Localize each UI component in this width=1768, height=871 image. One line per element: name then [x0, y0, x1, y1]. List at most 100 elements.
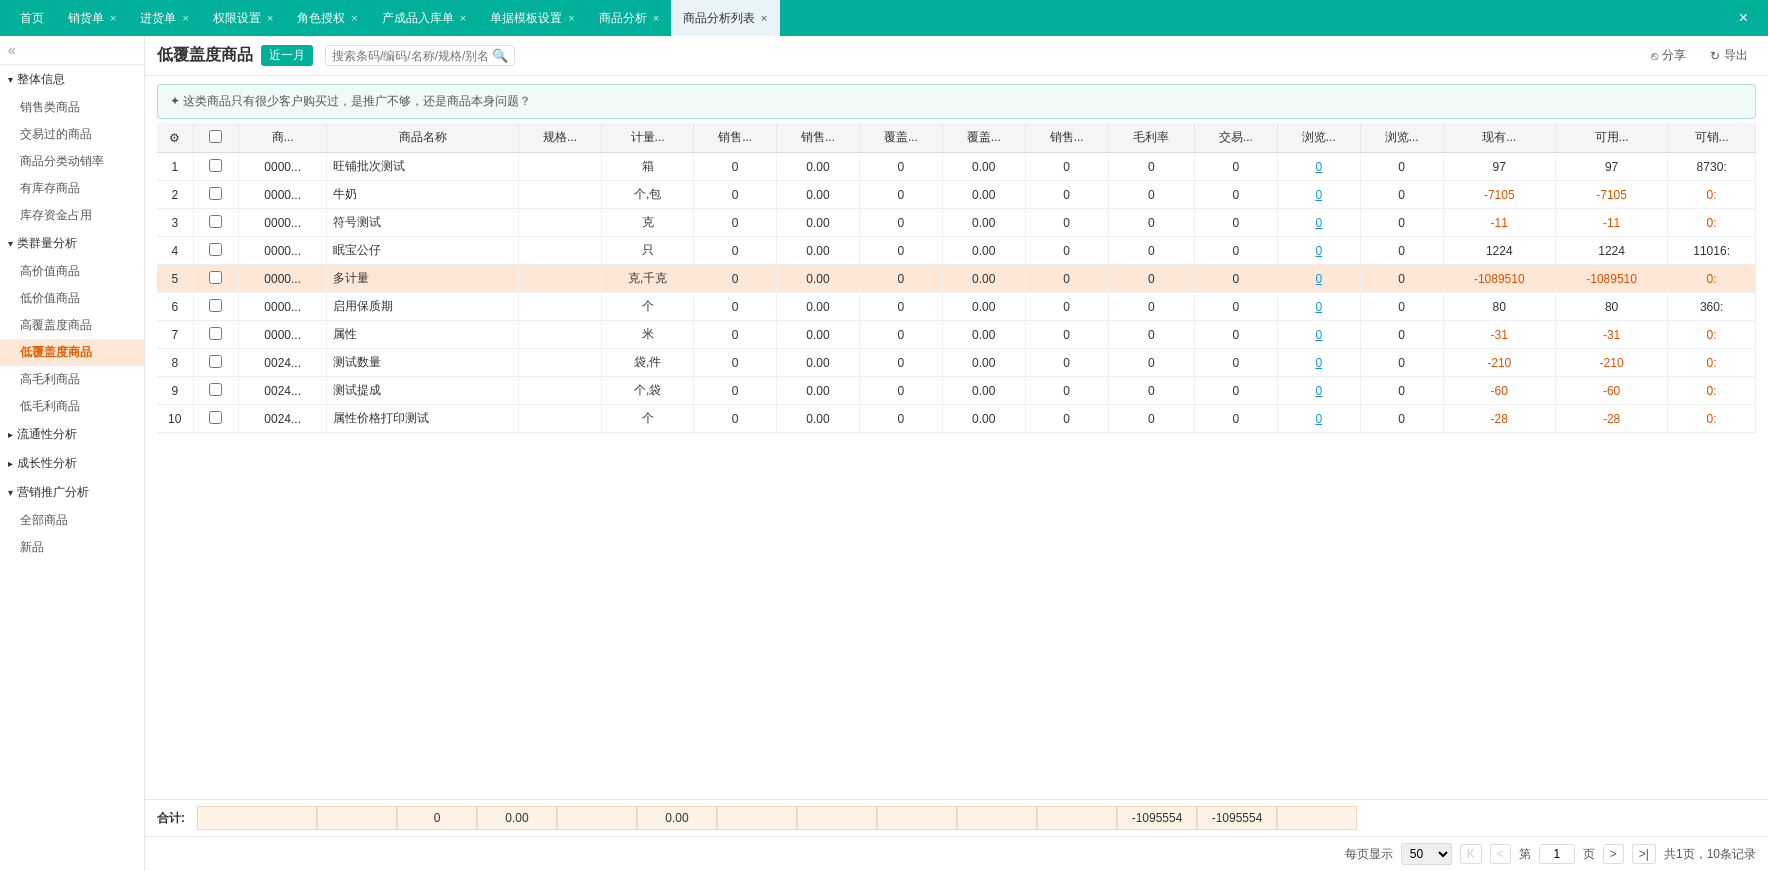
nav-template-close[interactable]: ×	[568, 12, 574, 24]
cell-checkbox[interactable]	[193, 265, 239, 293]
cell-checkbox[interactable]	[193, 349, 239, 377]
per-page-select[interactable]: 50 100 200	[1401, 843, 1452, 865]
col-views2[interactable]: 浏览...	[1360, 123, 1443, 153]
settings-icon[interactable]: ⚙	[169, 131, 180, 145]
prev-page-button[interactable]: <	[1490, 844, 1511, 864]
date-filter-button[interactable]: 近一月	[261, 45, 313, 66]
col-unit[interactable]: 计量...	[601, 123, 693, 153]
select-all-checkbox[interactable]	[209, 130, 222, 143]
nav-home[interactable]: 首页	[8, 0, 56, 36]
nav-product-analysis-close[interactable]: ×	[653, 12, 659, 24]
nav-product-analysis-list[interactable]: 商品分析列表 ×	[671, 0, 779, 36]
sidebar-section-group-analysis[interactable]: ▾ 类群量分析	[0, 229, 144, 258]
row-checkbox[interactable]	[209, 243, 222, 256]
nav-permission[interactable]: 权限设置 ×	[201, 0, 285, 36]
sidebar-item-high-coverage[interactable]: 高覆盖度商品	[0, 312, 144, 339]
col-current-stock[interactable]: 现有...	[1443, 123, 1555, 153]
table-row: 9 0024... 测试提成 个,袋 0 0.00 0 0.00 0 0 0 0…	[157, 377, 1756, 405]
sidebar-section-circulation[interactable]: ▸ 流通性分析	[0, 420, 144, 449]
nav-purchase-order-close[interactable]: ×	[182, 12, 188, 24]
row-checkbox[interactable]	[209, 383, 222, 396]
col-name[interactable]: 商品名称	[326, 123, 518, 153]
last-page-button[interactable]: >|	[1632, 844, 1656, 864]
cell-views1[interactable]: 0	[1277, 265, 1360, 293]
row-checkbox[interactable]	[209, 271, 222, 284]
cell-views1[interactable]: 0	[1277, 405, 1360, 433]
cell-checkbox[interactable]	[193, 405, 239, 433]
col-margin[interactable]: 毛利率	[1108, 123, 1194, 153]
cell-checkbox[interactable]	[193, 153, 239, 181]
cell-checkbox[interactable]	[193, 321, 239, 349]
sidebar-item-low-coverage[interactable]: 低覆盖度商品	[0, 339, 144, 366]
col-sellable[interactable]: 可销...	[1668, 123, 1756, 153]
row-checkbox[interactable]	[209, 299, 222, 312]
col-trade[interactable]: 交易...	[1194, 123, 1277, 153]
next-page-button[interactable]: >	[1603, 844, 1624, 864]
sidebar-collapse-button[interactable]: «	[8, 42, 16, 58]
nav-product-analysis[interactable]: 商品分析 ×	[587, 0, 671, 36]
col-code[interactable]: 商...	[239, 123, 327, 153]
sidebar-item-sales-goods[interactable]: 销售类商品	[0, 94, 144, 121]
col-sales-qty[interactable]: 销售...	[694, 123, 777, 153]
col-settings[interactable]: ⚙	[157, 123, 193, 153]
nav-product-inbound-close[interactable]: ×	[460, 12, 466, 24]
col-available[interactable]: 可用...	[1555, 123, 1667, 153]
sidebar-item-low-value[interactable]: 低价值商品	[0, 285, 144, 312]
nav-sales-order[interactable]: 销货单 ×	[56, 0, 128, 36]
nav-purchase-order[interactable]: 进货单 ×	[128, 0, 200, 36]
cell-checkbox[interactable]	[193, 209, 239, 237]
nav-permission-close[interactable]: ×	[267, 12, 273, 24]
cell-checkbox[interactable]	[193, 181, 239, 209]
export-button[interactable]: ↻ 导出	[1702, 44, 1756, 67]
row-checkbox[interactable]	[209, 159, 222, 172]
nav-role-auth[interactable]: 角色授权 ×	[285, 0, 369, 36]
cell-views1[interactable]: 0	[1277, 153, 1360, 181]
sidebar-item-high-margin[interactable]: 高毛利商品	[0, 366, 144, 393]
cell-views1[interactable]: 0	[1277, 237, 1360, 265]
col-spec[interactable]: 规格...	[519, 123, 602, 153]
sidebar-item-stocked-goods[interactable]: 有库存商品	[0, 175, 144, 202]
row-checkbox[interactable]	[209, 187, 222, 200]
cell-checkbox[interactable]	[193, 377, 239, 405]
row-checkbox[interactable]	[209, 355, 222, 368]
first-page-button[interactable]: K	[1460, 844, 1482, 864]
cell-views1[interactable]: 0	[1277, 209, 1360, 237]
row-checkbox[interactable]	[209, 411, 222, 424]
share-button[interactable]: ⎋ 分享	[1643, 44, 1694, 67]
sidebar-section-overall[interactable]: ▾ 整体信息	[0, 65, 144, 94]
col-views1[interactable]: 浏览...	[1277, 123, 1360, 153]
sidebar-item-low-margin[interactable]: 低毛利商品	[0, 393, 144, 420]
nav-template-setting[interactable]: 单据模板设置 ×	[478, 0, 586, 36]
page-number-input[interactable]	[1539, 844, 1575, 864]
sidebar-item-category-rate[interactable]: 商品分类动销率	[0, 148, 144, 175]
col-checkbox[interactable]	[193, 123, 239, 153]
sidebar-section-growth[interactable]: ▸ 成长性分析	[0, 449, 144, 478]
cell-trade: 0	[1194, 293, 1277, 321]
sidebar-item-high-value[interactable]: 高价值商品	[0, 258, 144, 285]
sidebar-section-marketing[interactable]: ▾ 营销推广分析	[0, 478, 144, 507]
cell-checkbox[interactable]	[193, 237, 239, 265]
table-wrapper[interactable]: ⚙ 商... 商品名称 规格... 计量... 销售... 销售... 覆盖..…	[157, 123, 1756, 799]
sidebar-item-traded-goods[interactable]: 交易过的商品	[0, 121, 144, 148]
cell-checkbox[interactable]	[193, 293, 239, 321]
cell-views1[interactable]: 0	[1277, 181, 1360, 209]
cell-views1[interactable]: 0	[1277, 349, 1360, 377]
sidebar-item-new-goods[interactable]: 新品	[0, 534, 144, 561]
row-checkbox[interactable]	[209, 327, 222, 340]
col-sales-amt[interactable]: 销售...	[777, 123, 860, 153]
nav-product-inbound[interactable]: 产成品入库单 ×	[370, 0, 478, 36]
cell-views1[interactable]: 0	[1277, 321, 1360, 349]
sidebar-item-inventory-capital[interactable]: 库存资金占用	[0, 202, 144, 229]
nav-product-analysis-list-close[interactable]: ×	[761, 12, 767, 24]
window-close-button[interactable]: ×	[1727, 9, 1760, 27]
col-coverage2[interactable]: 覆盖...	[942, 123, 1025, 153]
cell-views1[interactable]: 0	[1277, 377, 1360, 405]
sidebar-item-all-goods[interactable]: 全部商品	[0, 507, 144, 534]
row-checkbox[interactable]	[209, 215, 222, 228]
nav-role-auth-close[interactable]: ×	[351, 12, 357, 24]
col-sales3[interactable]: 销售...	[1025, 123, 1108, 153]
col-coverage1[interactable]: 覆盖...	[859, 123, 942, 153]
nav-sales-order-close[interactable]: ×	[110, 12, 116, 24]
cell-views1[interactable]: 0	[1277, 293, 1360, 321]
search-input[interactable]	[332, 49, 492, 63]
